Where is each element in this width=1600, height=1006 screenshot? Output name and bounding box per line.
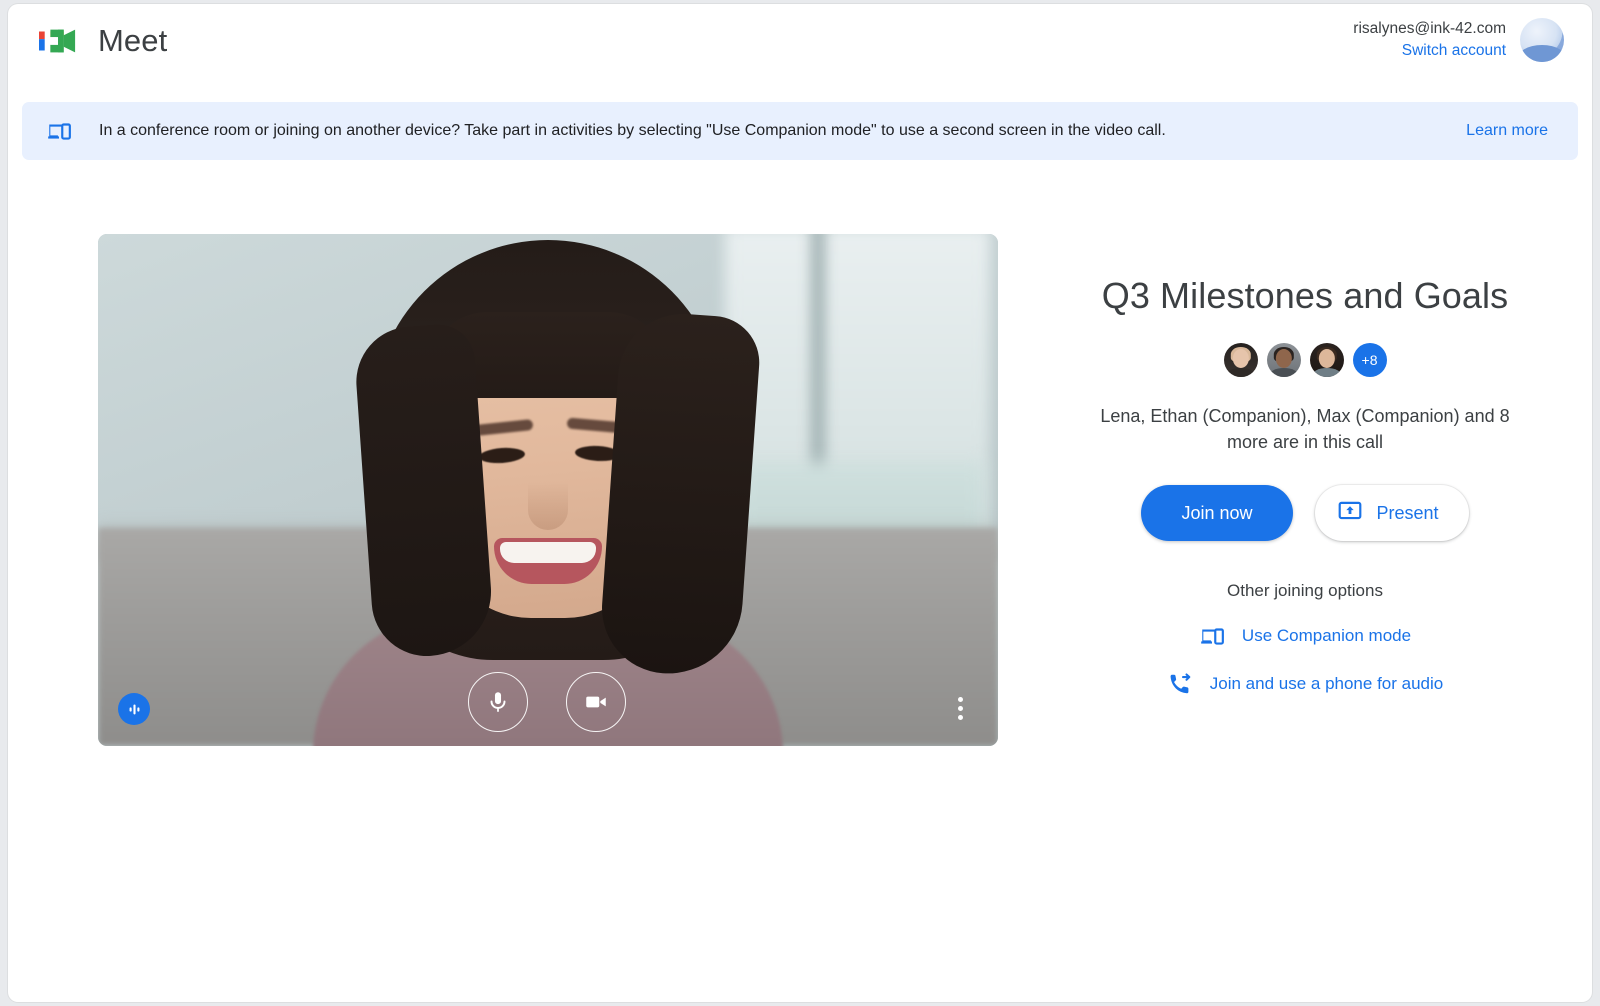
- present-button-label: Present: [1377, 503, 1439, 524]
- switch-account-link[interactable]: Switch account: [1353, 40, 1506, 62]
- audio-level-indicator[interactable]: [118, 693, 150, 725]
- participant-avatar: [1267, 343, 1301, 377]
- participant-overflow-badge[interactable]: +8: [1353, 343, 1387, 377]
- join-by-phone-link[interactable]: Join and use a phone for audio: [1167, 671, 1443, 697]
- app-window: Meet risalynes@ink-42.com Switch account…: [8, 4, 1592, 1002]
- audio-level-icon: [126, 701, 143, 718]
- camera-feed: [98, 234, 998, 746]
- participant-avatars: +8: [1224, 343, 1387, 377]
- more-options-button[interactable]: [944, 692, 976, 724]
- google-meet-logo-icon: [35, 22, 81, 60]
- microphone-toggle-button[interactable]: [468, 672, 528, 732]
- join-now-button[interactable]: Join now: [1141, 485, 1292, 541]
- present-button[interactable]: Present: [1315, 485, 1469, 541]
- app-name: Meet: [98, 23, 167, 59]
- use-companion-mode-link[interactable]: Use Companion mode: [1199, 623, 1411, 649]
- self-video-preview: [98, 234, 998, 746]
- main-content: Q3 Milestones and Goals +8 Lena, Ethan (…: [8, 184, 1592, 1002]
- camera-toggle-button[interactable]: [566, 672, 626, 732]
- devices-companion-icon: [1199, 623, 1225, 649]
- devices-companion-icon: [46, 118, 72, 144]
- meeting-title: Q3 Milestones and Goals: [1102, 274, 1509, 317]
- app-header: Meet risalynes@ink-42.com Switch account: [8, 4, 1592, 84]
- participant-avatar: [1310, 343, 1344, 377]
- video-camera-icon: [583, 689, 609, 715]
- banner-message: In a conference room or joining on anoth…: [99, 121, 1466, 142]
- phone-forwarded-icon: [1167, 671, 1193, 697]
- other-joining-options-label: Other joining options: [1227, 581, 1383, 601]
- account-area: risalynes@ink-42.com Switch account: [1353, 18, 1564, 63]
- account-email: risalynes@ink-42.com: [1353, 18, 1506, 40]
- learn-more-link[interactable]: Learn more: [1466, 122, 1548, 140]
- companion-mode-banner: In a conference room or joining on anoth…: [22, 102, 1578, 160]
- preview-column: [8, 184, 1018, 1002]
- participants-summary: Lena, Ethan (Companion), Max (Companion)…: [1090, 403, 1520, 455]
- join-by-phone-label: Join and use a phone for audio: [1210, 674, 1443, 694]
- brand: Meet: [35, 22, 167, 60]
- microphone-icon: [485, 689, 511, 715]
- join-actions: Join now Present: [1141, 485, 1468, 541]
- participant-avatar: [1224, 343, 1258, 377]
- use-companion-mode-label: Use Companion mode: [1242, 626, 1411, 646]
- profile-avatar[interactable]: [1520, 18, 1564, 62]
- join-panel: Q3 Milestones and Goals +8 Lena, Ethan (…: [1018, 184, 1592, 1002]
- present-to-all-icon: [1337, 498, 1363, 529]
